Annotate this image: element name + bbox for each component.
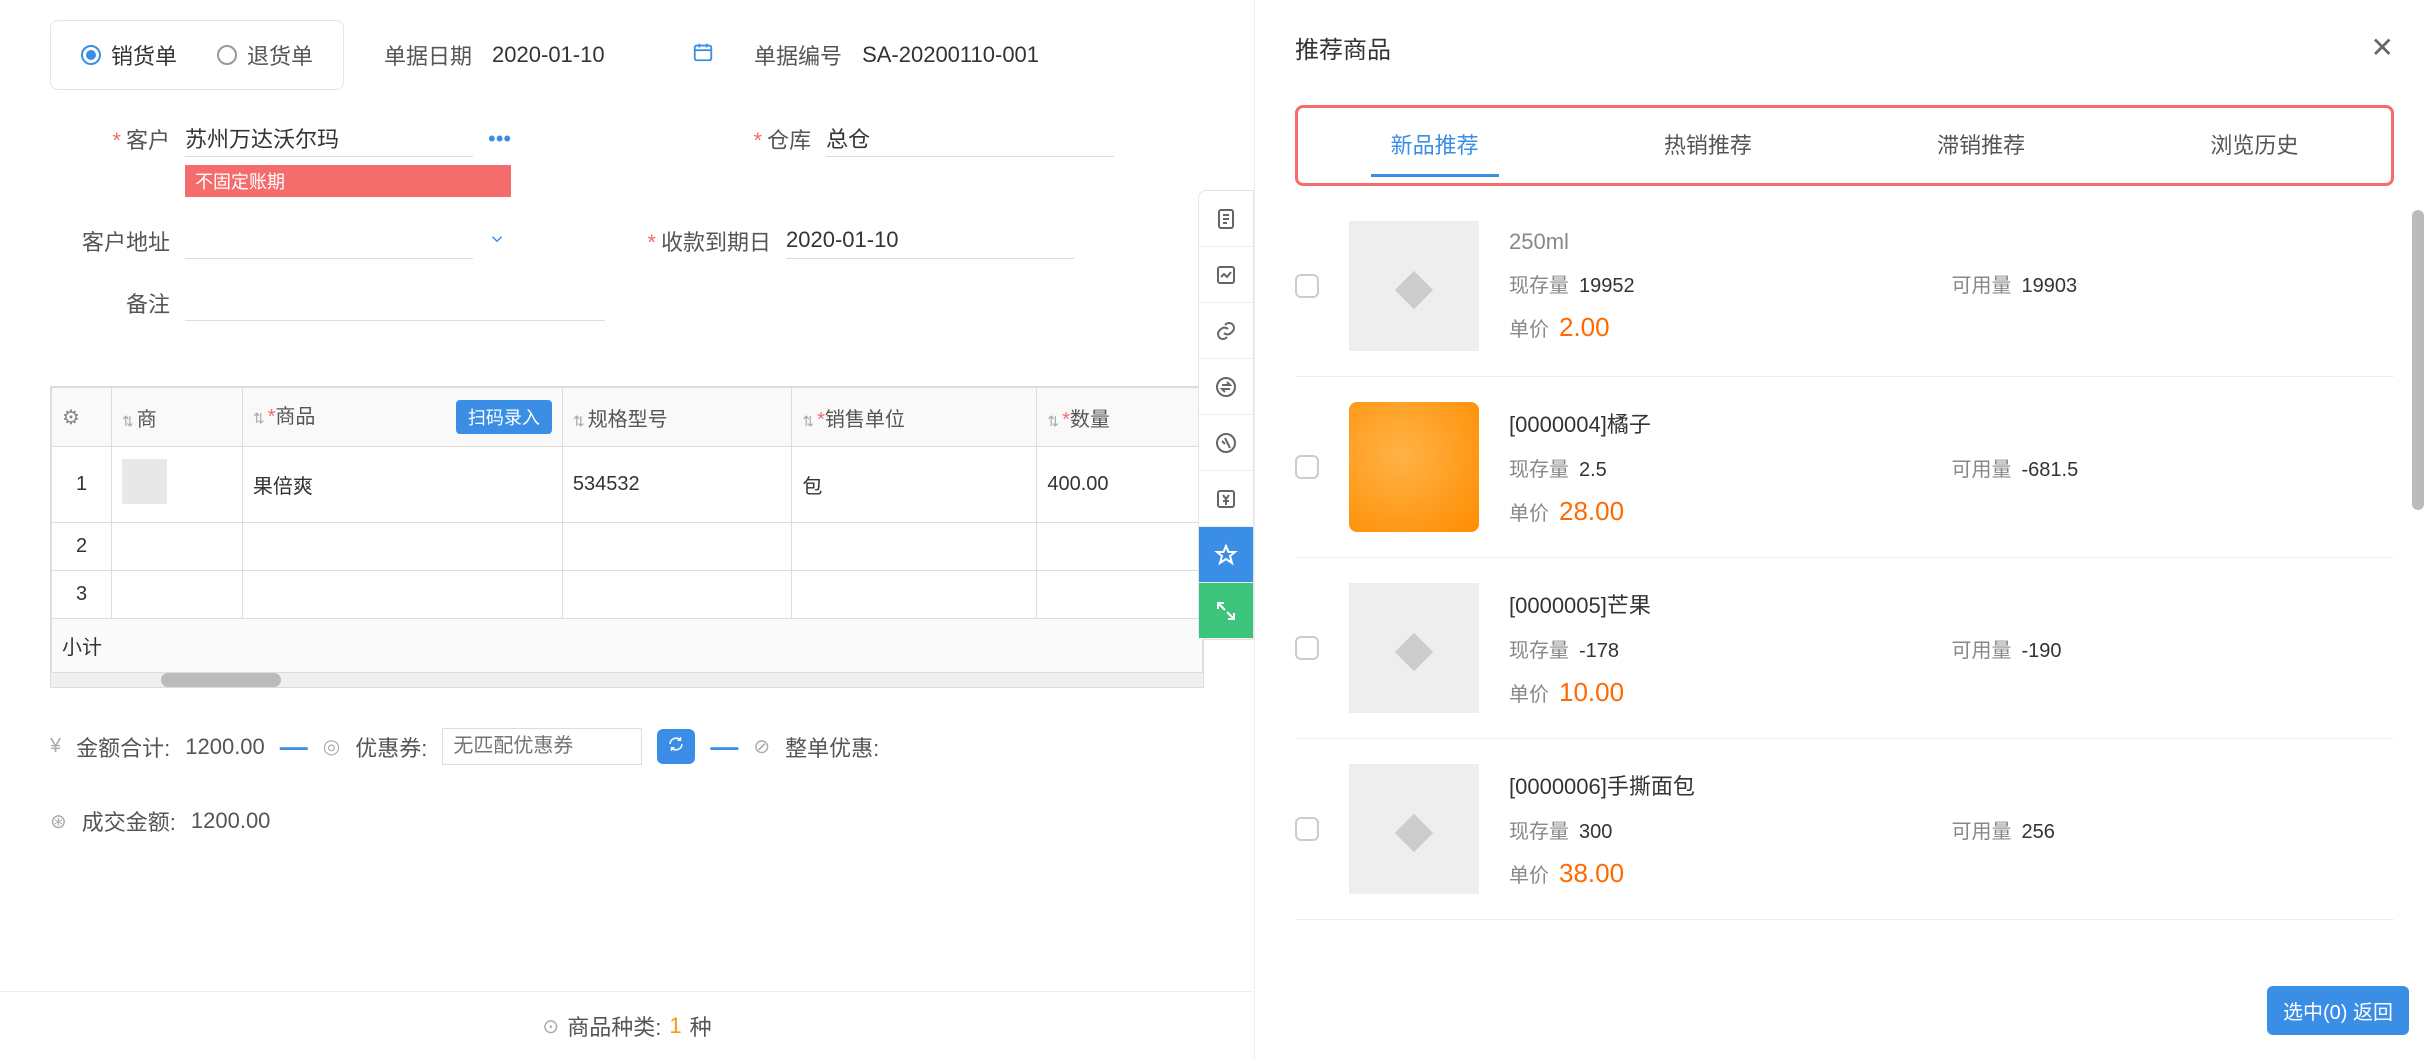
chevron-down-icon[interactable] xyxy=(488,230,506,251)
gear-icon: ⚙ xyxy=(62,407,80,429)
refresh-button[interactable] xyxy=(657,729,695,764)
sales-order-radio[interactable]: 销货单 xyxy=(81,39,177,71)
product-checkbox[interactable] xyxy=(1295,817,1319,841)
product-col[interactable]: ⇅*商品扫码录入 xyxy=(242,388,562,447)
currency-icon[interactable] xyxy=(1199,471,1253,527)
due-label: *收款到期日 xyxy=(621,225,771,257)
chart-icon[interactable] xyxy=(1199,247,1253,303)
rec-tab-3[interactable]: 浏览历史 xyxy=(2190,114,2318,177)
panel-title: 推荐商品 xyxy=(1295,30,1391,65)
link-icon[interactable] xyxy=(1199,303,1253,359)
rec-tabs-highlight: 新品推荐 热销推荐 滞销推荐 浏览历史 xyxy=(1295,105,2394,186)
horizontal-scrollbar[interactable] xyxy=(51,673,1203,687)
amount-value: 1200.00 xyxy=(185,734,265,760)
coupon-icon: ◎ xyxy=(323,734,340,759)
doc-no-input[interactable] xyxy=(862,42,1112,68)
more-icon[interactable]: ••• xyxy=(488,126,511,152)
product-item: [0000004]橘子 现存量2.5 可用量-681.5 单价28.00 xyxy=(1295,377,2394,558)
warehouse-input[interactable] xyxy=(826,120,1114,157)
table-row[interactable]: 3 xyxy=(52,571,1203,619)
transfer-icon[interactable] xyxy=(1199,359,1253,415)
qty-col[interactable]: ⇅*数量 xyxy=(1037,388,1203,447)
warehouse-label: *仓库 xyxy=(691,123,811,155)
due-input[interactable] xyxy=(786,222,1074,259)
radio-label: 退货单 xyxy=(247,39,313,71)
return-order-radio[interactable]: 退货单 xyxy=(217,39,313,71)
discount-icon: ⊘ xyxy=(753,734,770,759)
table-row[interactable]: 1 果倍爽 534532 包 400.00 xyxy=(52,447,1203,523)
product-checkbox[interactable] xyxy=(1295,636,1319,660)
product-image: ◆ xyxy=(1349,221,1479,351)
customer-badge: 不固定账期 xyxy=(185,165,511,197)
rec-tab-2[interactable]: 滞销推荐 xyxy=(1917,114,2045,177)
customer-input[interactable] xyxy=(185,120,473,157)
doc-no-field: 单据编号 xyxy=(754,39,1112,71)
customer-label: *客户 xyxy=(50,123,170,155)
doc-no-label: 单据编号 xyxy=(754,39,842,71)
kind-label: 商品种类: xyxy=(567,1010,661,1042)
amount-label: 金额合计: xyxy=(76,731,170,763)
rec-tab-1[interactable]: 热销推荐 xyxy=(1644,114,1772,177)
product-checkbox[interactable] xyxy=(1295,455,1319,479)
kind-icon: ⊙ xyxy=(542,1014,559,1039)
remark-label: 备注 xyxy=(50,287,170,319)
star-icon[interactable] xyxy=(1199,527,1253,583)
subtotal-row: 小计 xyxy=(52,619,1203,673)
kind-unit: 种 xyxy=(690,1010,712,1042)
kind-count: 1 xyxy=(669,1013,681,1039)
coupon-input[interactable] xyxy=(442,728,642,765)
side-toolbar xyxy=(1198,190,1254,640)
table-row[interactable]: 2 xyxy=(52,523,1203,571)
product-item: ◆ [0000006]手撕面包 现存量300 可用量256 单价38.00 xyxy=(1295,739,2394,920)
product-image xyxy=(1349,402,1479,532)
product-thumb xyxy=(122,459,167,504)
product-checkbox[interactable] xyxy=(1295,274,1319,298)
doc-date-input[interactable] xyxy=(492,42,672,68)
scan-badge[interactable]: 扫码录入 xyxy=(456,400,552,434)
doc-type-group: 销货单 退货单 xyxy=(50,20,344,90)
document-icon[interactable] xyxy=(1199,191,1253,247)
remark-input[interactable] xyxy=(185,284,605,321)
radio-icon xyxy=(217,45,237,65)
minus-icon: — xyxy=(280,731,308,763)
close-icon[interactable]: ✕ xyxy=(2371,31,2394,64)
product-item: ◆ 250ml 现存量19952 可用量19903 单价2.00 xyxy=(1295,196,2394,377)
radio-label: 销货单 xyxy=(111,39,177,71)
cancel-icon[interactable] xyxy=(1199,415,1253,471)
selected-return-button[interactable]: 选中(0) 返回 xyxy=(2267,986,2409,1035)
address-label: 客户地址 xyxy=(50,225,170,257)
settings-col[interactable]: ⚙ xyxy=(52,388,112,447)
coupon-label: 优惠券: xyxy=(355,731,427,763)
doc-date-label: 单据日期 xyxy=(384,39,472,71)
unit-col[interactable]: ⇅*销售单位 xyxy=(792,388,1037,447)
yen-icon: ¥ xyxy=(50,735,61,758)
minus-icon: — xyxy=(710,731,738,763)
deal-value: 1200.00 xyxy=(191,808,271,834)
discount-label: 整单优惠: xyxy=(785,731,879,763)
doc-date-field: 单据日期 xyxy=(384,39,714,71)
deal-label: 成交金额: xyxy=(82,805,176,837)
product-image: ◆ xyxy=(1349,764,1479,894)
rec-tab-0[interactable]: 新品推荐 xyxy=(1371,114,1499,177)
calendar-icon[interactable] xyxy=(692,41,714,69)
product-item: ◆ [0000005]芒果 现存量-178 可用量-190 单价10.00 xyxy=(1295,558,2394,739)
img-col[interactable]: ⇅商 xyxy=(112,388,243,447)
expand-icon[interactable] xyxy=(1199,583,1253,639)
address-input[interactable] xyxy=(185,222,473,259)
product-image: ◆ xyxy=(1349,583,1479,713)
deal-icon: ⊛ xyxy=(50,809,67,834)
vertical-scrollbar[interactable] xyxy=(2412,210,2424,510)
radio-icon xyxy=(81,45,101,65)
spec-col[interactable]: ⇅规格型号 xyxy=(562,388,792,447)
